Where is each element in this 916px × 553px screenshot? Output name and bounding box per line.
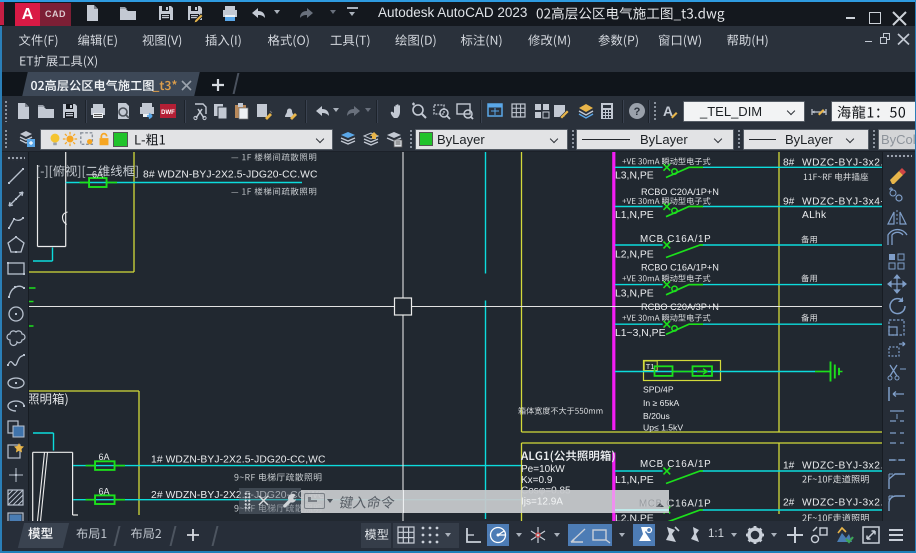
- svg-text:L3,N,PE: L3,N,PE: [615, 289, 654, 300]
- svg-text:Kx=0.9: Kx=0.9: [521, 475, 553, 486]
- svg-text:6A: 6A: [99, 452, 110, 462]
- svg-text:MCB C16A/1P: MCB C16A/1P: [640, 234, 711, 245]
- svg-text:1#: 1#: [783, 461, 795, 472]
- svg-text:WDZC-BYJ-3x2.: WDZC-BYJ-3x2.: [802, 498, 882, 509]
- svg-text:L2,N,PE: L2,N,PE: [615, 514, 654, 522]
- svg-text:WDZC-BYJ-3x2.: WDZC-BYJ-3x2.: [802, 158, 882, 169]
- svg-text:RCBO C16A/1P+N: RCBO C16A/1P+N: [641, 263, 719, 273]
- svg-text:L1~3,N,PE: L1~3,N,PE: [615, 328, 666, 339]
- svg-text:MCB C16A/1P: MCB C16A/1P: [640, 459, 711, 470]
- svg-text:2#: 2#: [783, 498, 795, 509]
- svg-text:RCBO C20A/1P+N: RCBO C20A/1P+N: [641, 187, 719, 197]
- svg-text:L1,N,PE: L1,N,PE: [615, 475, 654, 486]
- svg-text:8#: 8#: [783, 158, 795, 169]
- svg-text:L2,N,PE: L2,N,PE: [615, 249, 654, 260]
- svg-text:9#: 9#: [783, 197, 795, 208]
- svg-text:Pe=10kW: Pe=10kW: [521, 464, 565, 475]
- svg-text:MCB C: MCB C: [639, 499, 674, 510]
- svg-text:RCBO C20A/3P+N: RCBO C20A/3P+N: [641, 302, 719, 312]
- svg-text:6A: 6A: [99, 486, 110, 496]
- svg-text:T1: T1: [646, 362, 655, 371]
- svg-text:Ijs=12.9A: Ijs=12.9A: [521, 497, 563, 508]
- svg-text:DWF: DWF: [161, 110, 175, 116]
- svg-text:B/20us: B/20us: [643, 411, 670, 421]
- svg-text:1# WDZN-BYJ-2X2.5-JDG20-CC,WC: 1# WDZN-BYJ-2X2.5-JDG20-CC,WC: [151, 455, 326, 466]
- svg-text:L3,N,PE: L3,N,PE: [615, 171, 654, 182]
- svg-text:ALhk: ALhk: [802, 210, 827, 221]
- svg-text:L1,N,PE: L1,N,PE: [615, 210, 654, 221]
- svg-text:?: ?: [634, 106, 641, 118]
- svg-text:WDZC-BYJ-3x2.: WDZC-BYJ-3x2.: [802, 461, 882, 472]
- svg-text:8# WDZN-BYJ-2X2.5-JDG20-CC.WC: 8# WDZN-BYJ-2X2.5-JDG20-CC.WC: [143, 170, 318, 181]
- svg-text:Up≤ 1.5kV: Up≤ 1.5kV: [643, 423, 683, 433]
- svg-text:In ≥ 65kA: In ≥ 65kA: [643, 398, 680, 408]
- svg-text:SPD/4P: SPD/4P: [643, 385, 674, 395]
- svg-text:WDZC-BYJ-3x4-: WDZC-BYJ-3x4-: [802, 197, 882, 208]
